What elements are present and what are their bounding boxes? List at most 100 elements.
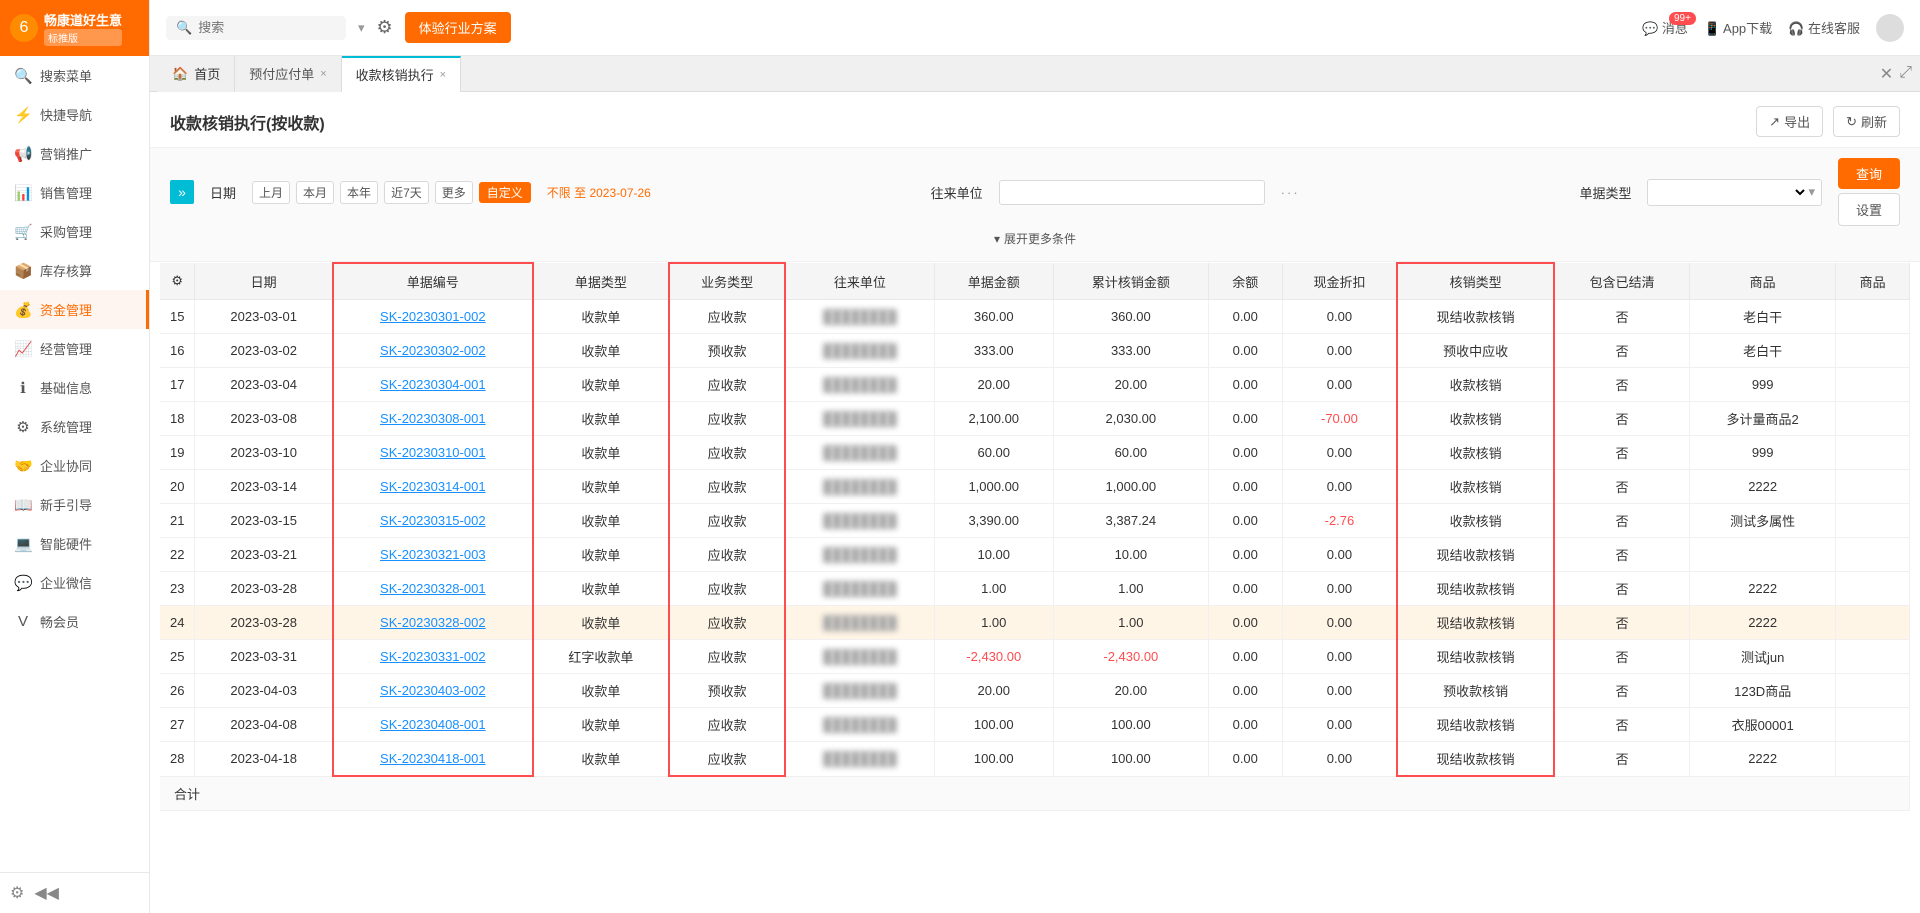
sidebar-item-智能硬件[interactable]: 💻智能硬件 bbox=[0, 524, 149, 563]
td-doc-type: 收款单 bbox=[533, 708, 669, 742]
td-no: 24 bbox=[160, 606, 195, 640]
sidebar-menu: 🔍搜索菜单⚡快捷导航📢营销推广📊销售管理🛒采购管理📦库存核算💰资金管理📈经营管理… bbox=[0, 56, 149, 872]
doc-no-link[interactable]: SK-20230403-002 bbox=[380, 683, 486, 698]
online-service-btn[interactable]: 🎧 在线客服 bbox=[1788, 18, 1860, 37]
td-goods: 2222 bbox=[1690, 470, 1836, 504]
td-goods: 2222 bbox=[1690, 742, 1836, 777]
solution-button[interactable]: 体验行业方案 bbox=[405, 12, 511, 43]
search-box[interactable]: 🔍 bbox=[166, 16, 346, 40]
doc-no-link[interactable]: SK-20230321-003 bbox=[380, 547, 486, 562]
td-cash-discount: 0.00 bbox=[1282, 742, 1397, 777]
td-verify-type: 现结收款核销 bbox=[1397, 708, 1554, 742]
td-cash-discount: 0.00 bbox=[1282, 300, 1397, 334]
sidebar-item-畅会员[interactable]: V畅会员 bbox=[0, 602, 149, 641]
table-row: 25 2023-03-31 SK-20230331-002 红字收款单 应收款 … bbox=[160, 640, 1910, 674]
tab-verification[interactable]: 收款核销执行 × bbox=[342, 56, 461, 92]
table-row: 28 2023-04-18 SK-20230418-001 收款单 应收款 ██… bbox=[160, 742, 1910, 777]
td-cash-discount: 0.00 bbox=[1282, 674, 1397, 708]
td-amount: -2,430.00 bbox=[934, 640, 1053, 674]
sidebar-item-营销推广[interactable]: 📢营销推广 bbox=[0, 134, 149, 173]
sidebar-item-企业协同[interactable]: 🤝企业协同 bbox=[0, 446, 149, 485]
sidebar-item-企业微信[interactable]: 💬企业微信 bbox=[0, 563, 149, 602]
td-no: 15 bbox=[160, 300, 195, 334]
td-cum-amount: 360.00 bbox=[1053, 300, 1208, 334]
query-button[interactable]: 查询 bbox=[1838, 158, 1900, 189]
table-row: 27 2023-04-08 SK-20230408-001 收款单 应收款 ██… bbox=[160, 708, 1910, 742]
date-btn-last-month[interactable]: 上月 bbox=[252, 181, 290, 204]
sidebar-item-经营管理[interactable]: 📈经营管理 bbox=[0, 329, 149, 368]
date-btn-this-month[interactable]: 本月 bbox=[296, 181, 334, 204]
settings-icon[interactable]: ⚙ bbox=[10, 883, 24, 903]
sidebar-item-系统管理[interactable]: ⚙系统管理 bbox=[0, 407, 149, 446]
sidebar-item-基础信息[interactable]: ℹ基础信息 bbox=[0, 368, 149, 407]
date-btn-more[interactable]: 更多 bbox=[435, 181, 473, 204]
sidebar-item-搜索菜单[interactable]: 🔍搜索菜单 bbox=[0, 56, 149, 95]
sidebar-item-资金管理[interactable]: 💰资金管理 bbox=[0, 290, 149, 329]
td-amount: 1.00 bbox=[934, 606, 1053, 640]
doc-no-link[interactable]: SK-20230418-001 bbox=[380, 751, 486, 766]
tab-home[interactable]: 🏠 首页 bbox=[158, 56, 235, 92]
sidebar-item-库存核算[interactable]: 📦库存核算 bbox=[0, 251, 149, 290]
td-balance: 0.00 bbox=[1208, 334, 1282, 368]
sidebar-item-快捷导航[interactable]: ⚡快捷导航 bbox=[0, 95, 149, 134]
export-button[interactable]: ↗ 导出 bbox=[1756, 106, 1823, 137]
tab-verification-close-icon[interactable]: × bbox=[440, 69, 446, 81]
doc-no-link[interactable]: SK-20230408-001 bbox=[380, 717, 486, 732]
doc-no-link[interactable]: SK-20230301-002 bbox=[380, 309, 486, 324]
app-download-btn[interactable]: 📱 App下载 bbox=[1704, 18, 1772, 37]
td-date: 2023-03-08 bbox=[195, 402, 333, 436]
tab-close-all-icon[interactable]: ✕ bbox=[1880, 64, 1893, 84]
td-goods2 bbox=[1836, 300, 1910, 334]
partner-input[interactable] bbox=[999, 180, 1265, 205]
user-avatar[interactable] bbox=[1876, 14, 1904, 42]
doc-no-link[interactable]: SK-20230304-001 bbox=[380, 377, 486, 392]
td-goods2 bbox=[1836, 402, 1910, 436]
td-balance: 0.00 bbox=[1208, 436, 1282, 470]
td-doc-type: 收款单 bbox=[533, 436, 669, 470]
td-no: 21 bbox=[160, 504, 195, 538]
expand-icon: ▾ bbox=[994, 232, 1000, 246]
td-goods: 999 bbox=[1690, 368, 1836, 402]
doc-no-link[interactable]: SK-20230331-002 bbox=[380, 649, 486, 664]
setting-button[interactable]: 设置 bbox=[1838, 193, 1900, 226]
sidebar-item-销售管理[interactable]: 📊销售管理 bbox=[0, 173, 149, 212]
tab-expand-icon[interactable]: ⤢ bbox=[1899, 64, 1912, 84]
doc-type-select[interactable] bbox=[1648, 180, 1808, 205]
filter-collapse-button[interactable]: » bbox=[170, 180, 194, 204]
doc-no-link[interactable]: SK-20230328-001 bbox=[380, 581, 486, 596]
table-container[interactable]: ⚙ 日期 单据编号 单据类型 业务类型 往来单位 单据金额 累计核销金额 余额 … bbox=[150, 262, 1920, 913]
sidebar-item-新手引导[interactable]: 📖新手引导 bbox=[0, 485, 149, 524]
td-cash-discount: 0.00 bbox=[1282, 436, 1397, 470]
td-balance: 0.00 bbox=[1208, 300, 1282, 334]
doc-no-link[interactable]: SK-20230310-001 bbox=[380, 445, 486, 460]
tab-prepay-close-icon[interactable]: × bbox=[320, 68, 326, 80]
td-include-settled: 否 bbox=[1554, 674, 1690, 708]
topbar-gear-icon[interactable]: ⚙ bbox=[377, 17, 393, 38]
td-verify-type: 现结收款核销 bbox=[1397, 606, 1554, 640]
date-btn-this-year[interactable]: 本年 bbox=[340, 181, 378, 204]
sidebar-item-label: 系统管理 bbox=[40, 417, 92, 436]
td-balance: 0.00 bbox=[1208, 606, 1282, 640]
sidebar-item-采购管理[interactable]: 🛒采购管理 bbox=[0, 212, 149, 251]
sidebar-icon: 🤝 bbox=[14, 457, 32, 475]
doc-no-link[interactable]: SK-20230314-001 bbox=[380, 479, 486, 494]
data-table: ⚙ 日期 单据编号 单据类型 业务类型 往来单位 单据金额 累计核销金额 余额 … bbox=[160, 262, 1910, 811]
refresh-button[interactable]: ↻ 刷新 bbox=[1833, 106, 1900, 137]
doc-no-link[interactable]: SK-20230302-002 bbox=[380, 343, 486, 358]
tab-prepay[interactable]: 预付应付单 × bbox=[235, 56, 341, 92]
date-custom-button[interactable]: 自定义 bbox=[479, 182, 531, 203]
doc-no-link[interactable]: SK-20230328-002 bbox=[380, 615, 486, 630]
filter-expand-button[interactable]: ▾ 展开更多条件 bbox=[994, 230, 1076, 247]
th-gear[interactable]: ⚙ bbox=[160, 263, 195, 300]
search-input[interactable] bbox=[198, 20, 318, 35]
doc-no-link[interactable]: SK-20230315-002 bbox=[380, 513, 486, 528]
td-balance: 0.00 bbox=[1208, 742, 1282, 777]
topbar-chevron-icon[interactable]: ▾ bbox=[358, 20, 365, 36]
td-no: 23 bbox=[160, 572, 195, 606]
date-btn-7days[interactable]: 近7天 bbox=[384, 181, 429, 204]
td-goods2 bbox=[1836, 538, 1910, 572]
doc-no-link[interactable]: SK-20230308-001 bbox=[380, 411, 486, 426]
td-doc-type: 收款单 bbox=[533, 470, 669, 504]
collapse-icon[interactable]: ◀◀ bbox=[34, 883, 59, 903]
message-btn[interactable]: 💬 消息 99+ bbox=[1642, 18, 1688, 37]
